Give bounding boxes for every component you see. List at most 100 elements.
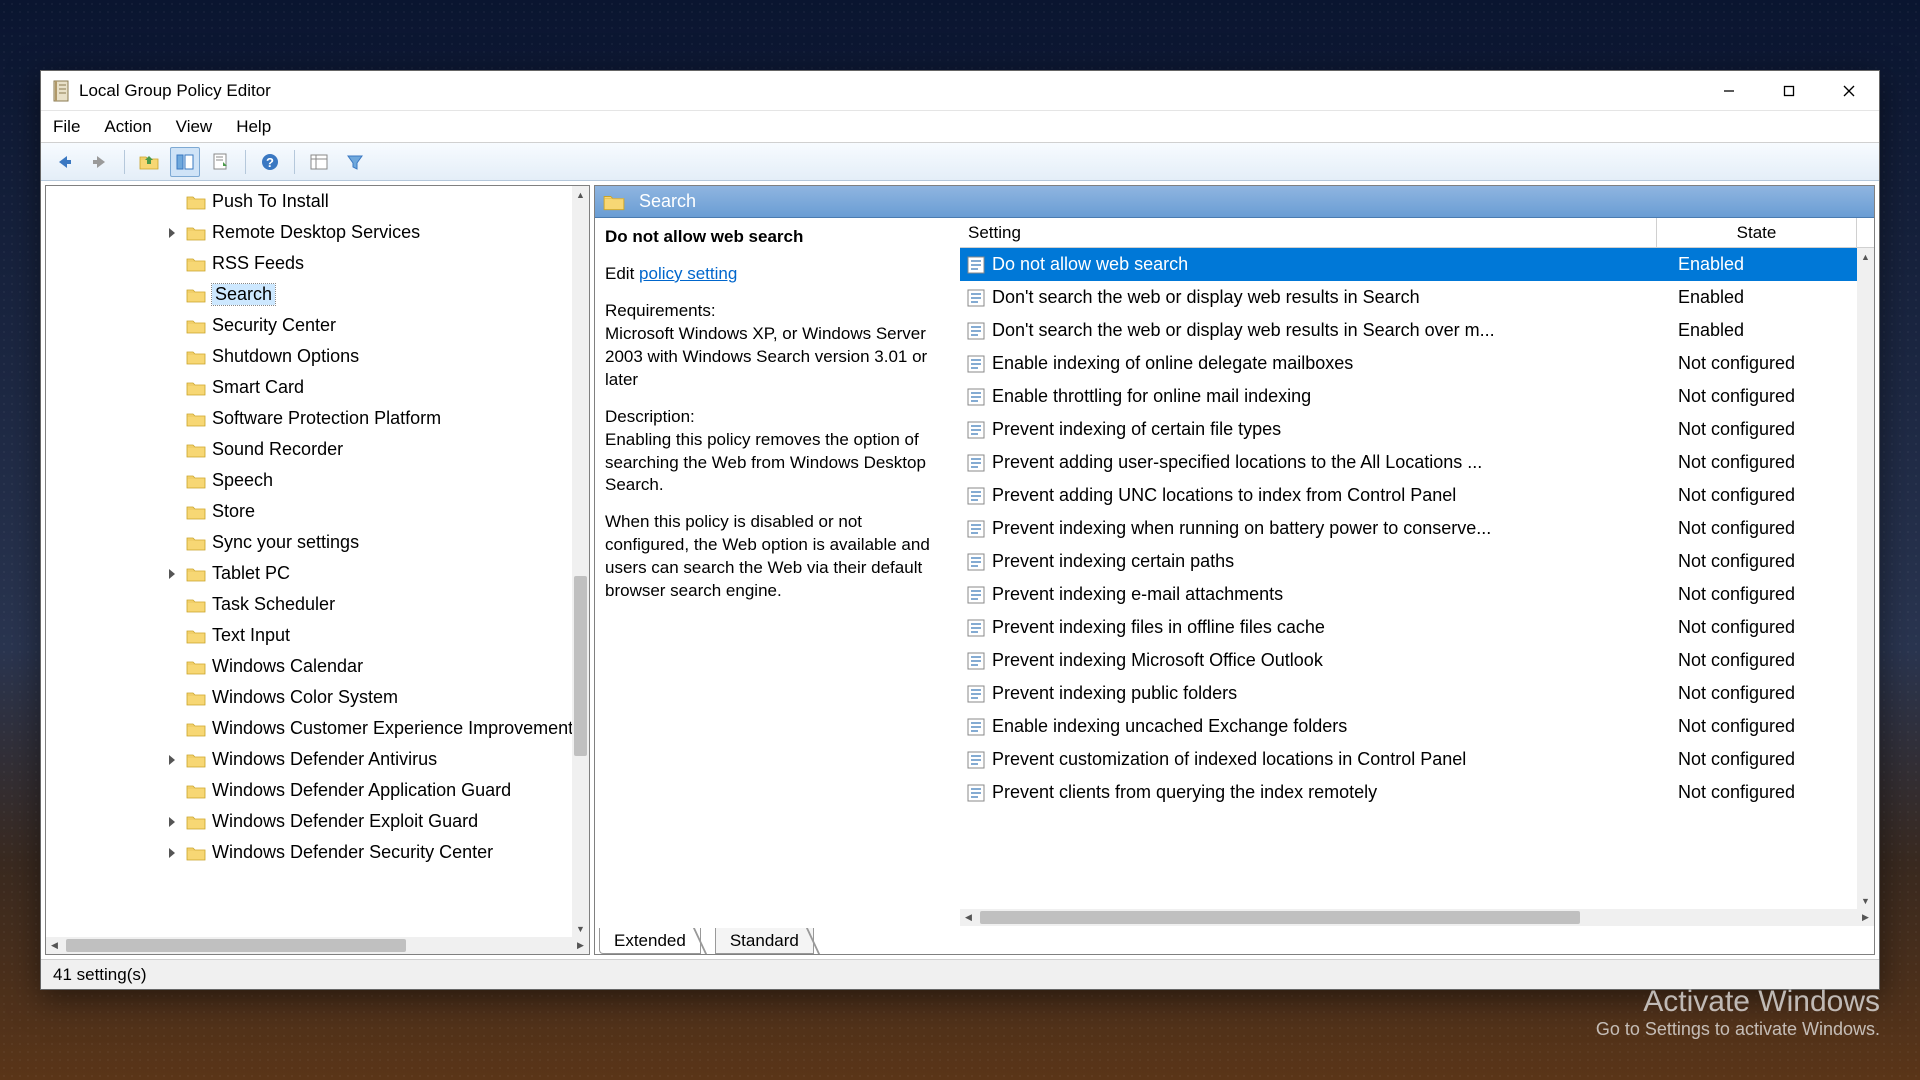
tab-extended[interactable]: Extended [599, 928, 701, 954]
tree-item[interactable]: Search [46, 279, 573, 310]
scroll-left-icon[interactable]: ◀ [46, 937, 63, 954]
setting-row[interactable]: Prevent indexing files in offline files … [960, 611, 1874, 644]
scroll-up-icon[interactable]: ▲ [572, 186, 589, 203]
tree-scrollbar-thumb[interactable] [574, 576, 587, 756]
expander-icon[interactable] [164, 845, 180, 861]
setting-row[interactable]: Prevent indexing of certain file typesNo… [960, 413, 1874, 446]
scroll-up-icon[interactable]: ▲ [1857, 248, 1874, 265]
menu-action[interactable]: Action [104, 117, 151, 137]
tree-item-label: Speech [212, 470, 273, 491]
setting-row[interactable]: Prevent indexing when running on battery… [960, 512, 1874, 545]
tree-item[interactable]: Windows Defender Application Guard [46, 775, 573, 806]
setting-row[interactable]: Prevent indexing public foldersNot confi… [960, 677, 1874, 710]
menu-help[interactable]: Help [236, 117, 271, 137]
policy-icon [966, 288, 986, 308]
setting-state: Enabled [1674, 287, 1874, 308]
setting-state: Enabled [1674, 320, 1874, 341]
tree-item[interactable]: Sync your settings [46, 527, 573, 558]
setting-row[interactable]: Enable indexing of online delegate mailb… [960, 347, 1874, 380]
folder-icon [186, 442, 206, 458]
expander-icon[interactable] [164, 752, 180, 768]
tree-item[interactable]: RSS Feeds [46, 248, 573, 279]
tree-item[interactable]: Smart Card [46, 372, 573, 403]
menu-view[interactable]: View [176, 117, 213, 137]
tree-item[interactable]: Security Center [46, 310, 573, 341]
tree-item[interactable]: Windows Customer Experience Improvement … [46, 713, 573, 744]
settings-hscrollbar-thumb[interactable] [980, 911, 1580, 924]
tree-item[interactable]: Task Scheduler [46, 589, 573, 620]
nav-forward-button[interactable] [85, 147, 115, 177]
nav-back-button[interactable] [49, 147, 79, 177]
tree-item-label: Task Scheduler [212, 594, 335, 615]
category-header: Search [595, 186, 1874, 218]
tree-item[interactable]: Speech [46, 465, 573, 496]
filter-button[interactable] [340, 147, 370, 177]
titlebar[interactable]: Local Group Policy Editor [41, 71, 1879, 111]
column-state[interactable]: State [1657, 218, 1857, 247]
setting-row[interactable]: Prevent indexing e-mail attachmentsNot c… [960, 578, 1874, 611]
setting-row[interactable]: Do not allow web searchEnabled [960, 248, 1874, 281]
setting-label: Prevent indexing files in offline files … [992, 617, 1674, 638]
setting-row[interactable]: Don't search the web or display web resu… [960, 281, 1874, 314]
expander-icon[interactable] [164, 225, 180, 241]
settings-hscrollbar[interactable]: ◀ ▶ [960, 909, 1874, 926]
setting-row[interactable]: Prevent customization of indexed locatio… [960, 743, 1874, 776]
tree-hscrollbar[interactable]: ◀ ▶ [46, 937, 589, 954]
up-level-button[interactable] [134, 147, 164, 177]
minimize-button[interactable] [1699, 71, 1759, 110]
menu-file[interactable]: File [53, 117, 80, 137]
folder-icon [186, 721, 206, 737]
tree-item-label: Push To Install [212, 191, 329, 212]
tree-hscrollbar-thumb[interactable] [66, 939, 406, 952]
setting-row[interactable]: Prevent adding UNC locations to index fr… [960, 479, 1874, 512]
close-button[interactable] [1819, 71, 1879, 110]
tree-item[interactable]: Tablet PC [46, 558, 573, 589]
setting-row[interactable]: Enable throttling for online mail indexi… [960, 380, 1874, 413]
tree-item[interactable]: Windows Defender Antivirus [46, 744, 573, 775]
tree-vscrollbar[interactable]: ▲ ▼ [572, 186, 589, 937]
show-hide-tree-button[interactable] [170, 147, 200, 177]
tree-item[interactable]: Shutdown Options [46, 341, 573, 372]
tree-item[interactable]: Windows Color System [46, 682, 573, 713]
setting-row[interactable]: Prevent clients from querying the index … [960, 776, 1874, 809]
details-pane: Search Do not allow web search Edit poli… [594, 185, 1875, 955]
tree-item[interactable]: Windows Defender Exploit Guard [46, 806, 573, 837]
settings-vscrollbar[interactable]: ▲ ▼ [1857, 248, 1874, 909]
tree-item[interactable]: Remote Desktop Services [46, 217, 573, 248]
setting-row[interactable]: Enable indexing uncached Exchange folder… [960, 710, 1874, 743]
tree-item[interactable]: Software Protection Platform [46, 403, 573, 434]
policy-icon [966, 684, 986, 704]
scroll-left-icon[interactable]: ◀ [960, 909, 977, 926]
tree-item[interactable]: Text Input [46, 620, 573, 651]
tree-item[interactable]: Windows Defender Security Center [46, 837, 573, 868]
setting-state: Not configured [1674, 386, 1874, 407]
setting-state: Not configured [1674, 518, 1874, 539]
export-list-button[interactable] [206, 147, 236, 177]
all-settings-button[interactable] [304, 147, 334, 177]
setting-row[interactable]: Don't search the web or display web resu… [960, 314, 1874, 347]
tab-standard[interactable]: Standard [715, 928, 814, 954]
folder-icon [186, 318, 206, 334]
tree-item[interactable]: Sound Recorder [46, 434, 573, 465]
expander-icon[interactable] [164, 566, 180, 582]
setting-label: Prevent customization of indexed locatio… [992, 749, 1674, 770]
column-setting[interactable]: Setting [960, 218, 1657, 247]
folder-icon [186, 349, 206, 365]
scroll-right-icon[interactable]: ▶ [572, 937, 589, 954]
setting-row[interactable]: Prevent indexing certain pathsNot config… [960, 545, 1874, 578]
help-button[interactable]: ? [255, 147, 285, 177]
edit-policy-link[interactable]: policy setting [639, 264, 737, 283]
status-text: 41 setting(s) [53, 965, 147, 985]
scroll-right-icon[interactable]: ▶ [1857, 909, 1874, 926]
tree-item[interactable]: Store [46, 496, 573, 527]
scroll-down-icon[interactable]: ▼ [1857, 892, 1874, 909]
expander-icon[interactable] [164, 814, 180, 830]
tree-item-label: Windows Defender Exploit Guard [212, 811, 478, 832]
maximize-button[interactable] [1759, 71, 1819, 110]
setting-row[interactable]: Prevent indexing Microsoft Office Outloo… [960, 644, 1874, 677]
scroll-down-icon[interactable]: ▼ [572, 920, 589, 937]
policy-icon [966, 321, 986, 341]
tree-item[interactable]: Push To Install [46, 186, 573, 217]
tree-item[interactable]: Windows Calendar [46, 651, 573, 682]
setting-row[interactable]: Prevent adding user-specified locations … [960, 446, 1874, 479]
